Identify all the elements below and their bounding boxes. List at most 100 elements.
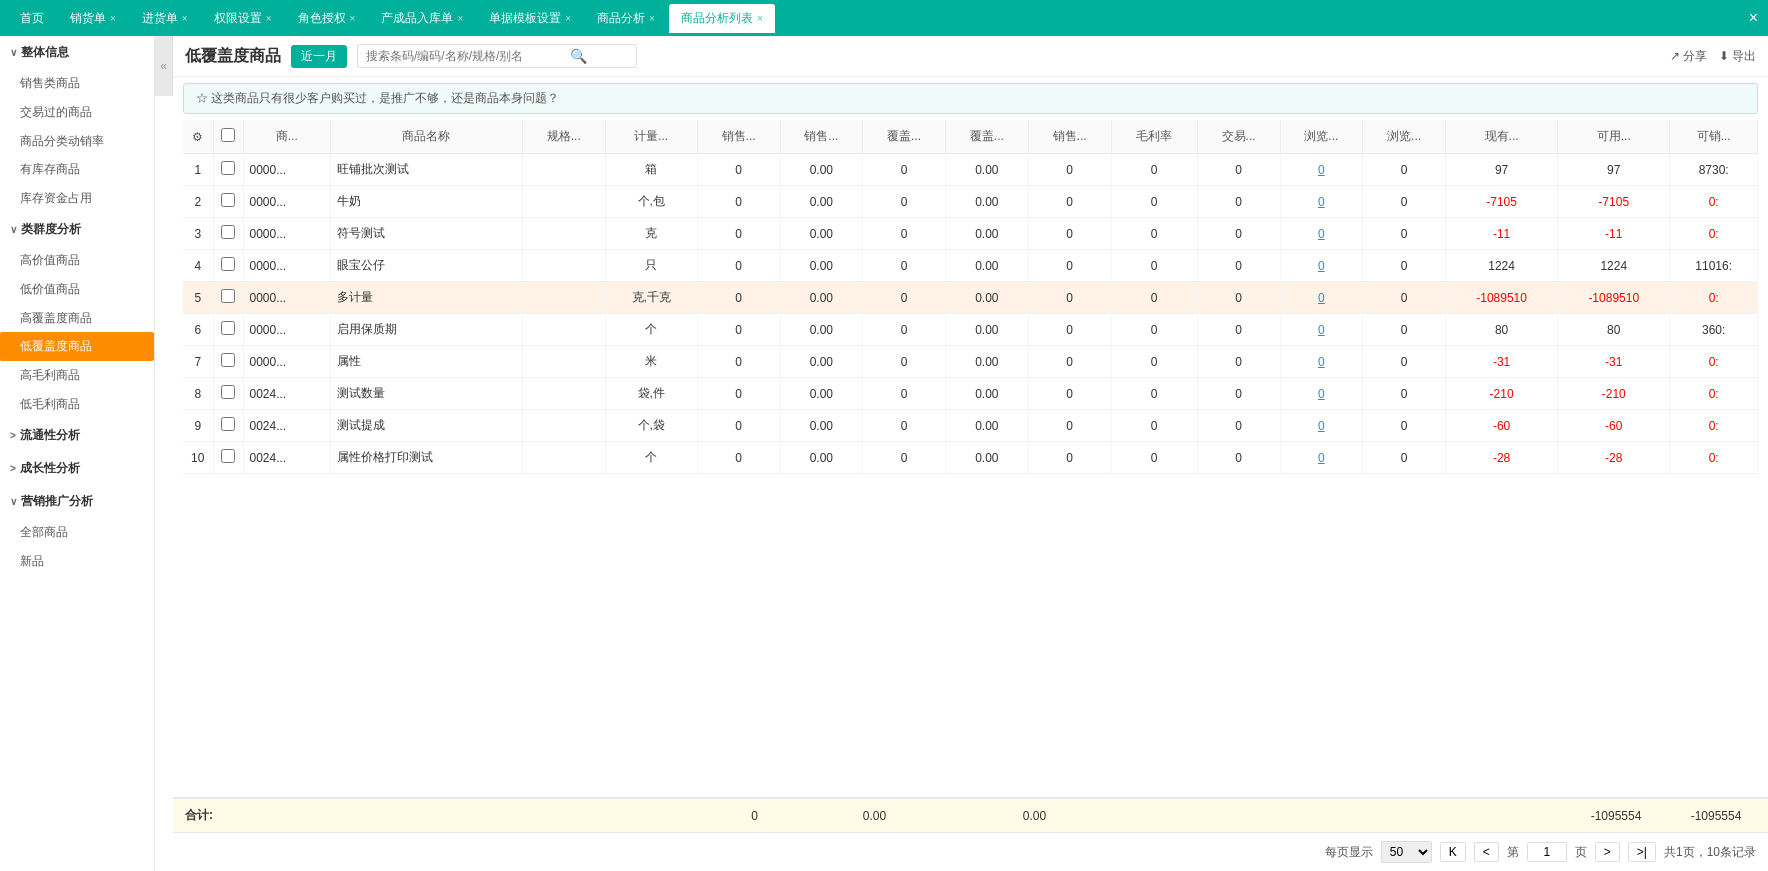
sidebar-item-stocked-goods[interactable]: 有库存商品	[0, 155, 154, 184]
row-available: 1224	[1558, 250, 1670, 282]
nav-permissions[interactable]: 权限设置 ×	[202, 4, 284, 33]
nav-purchase-order[interactable]: 进货单 ×	[130, 4, 200, 33]
nav-product-analysis-list[interactable]: 商品分析列表 ×	[669, 4, 775, 33]
row-browse1[interactable]: 0	[1280, 346, 1363, 378]
prev-page-button[interactable]: <	[1474, 842, 1499, 862]
filter-period-button[interactable]: 近一月	[291, 45, 347, 68]
search-input[interactable]	[366, 49, 566, 63]
sidebar-item-high-coverage[interactable]: 高覆盖度商品	[0, 304, 154, 333]
row-checkbox[interactable]	[213, 410, 243, 442]
row-browse1[interactable]: 0	[1280, 410, 1363, 442]
col-settings[interactable]: ⚙	[183, 120, 213, 154]
col-cover2-header[interactable]: 覆盖...	[946, 120, 1029, 154]
row-select-checkbox[interactable]	[221, 289, 235, 303]
sidebar-section-general[interactable]: ∨ 整体信息	[0, 36, 154, 69]
last-page-button[interactable]: >|	[1628, 842, 1656, 862]
row-checkbox[interactable]	[213, 282, 243, 314]
share-button[interactable]: ↗ 分享	[1670, 48, 1707, 65]
page-size-select[interactable]: 50 20 100	[1381, 841, 1432, 863]
nav-template-settings[interactable]: 单据模板设置 ×	[477, 4, 583, 33]
settings-icon[interactable]: ⚙	[192, 130, 203, 144]
nav-role-auth[interactable]: 角色授权 ×	[286, 4, 368, 33]
close-icon[interactable]: ×	[110, 13, 116, 24]
row-checkbox[interactable]	[213, 346, 243, 378]
first-page-button[interactable]: K	[1440, 842, 1466, 862]
sidebar-item-stock-capital[interactable]: 库存资金占用	[0, 184, 154, 213]
sidebar-item-category-turnover[interactable]: 商品分类动销率	[0, 127, 154, 156]
page-number-input[interactable]	[1527, 842, 1567, 862]
row-select-checkbox[interactable]	[221, 161, 235, 175]
col-trade-header[interactable]: 交易...	[1197, 120, 1280, 154]
nav-product-storage[interactable]: 产成品入库单 ×	[369, 4, 475, 33]
sidebar-item-all-goods[interactable]: 全部商品	[0, 518, 154, 547]
col-browse2-header[interactable]: 浏览...	[1363, 120, 1446, 154]
nav-home[interactable]: 首页	[8, 4, 56, 33]
sidebar-item-new-goods[interactable]: 新品	[0, 547, 154, 576]
nav-sales-order[interactable]: 销货单 ×	[58, 4, 128, 33]
row-checkbox[interactable]	[213, 442, 243, 474]
close-icon[interactable]: ×	[757, 13, 763, 24]
row-browse1[interactable]: 0	[1280, 154, 1363, 186]
col-available-header[interactable]: 可用...	[1558, 120, 1670, 154]
row-select-checkbox[interactable]	[221, 321, 235, 335]
row-checkbox[interactable]	[213, 186, 243, 218]
col-checkbox[interactable]	[213, 120, 243, 154]
col-current-header[interactable]: 现有...	[1446, 120, 1558, 154]
col-name-header[interactable]: 商品名称	[330, 120, 522, 154]
select-all-checkbox[interactable]	[221, 128, 235, 142]
sidebar-collapse-button[interactable]: «	[155, 36, 173, 96]
sidebar-item-traded-goods[interactable]: 交易过的商品	[0, 98, 154, 127]
row-select-checkbox[interactable]	[221, 449, 235, 463]
close-all-button[interactable]: ×	[1749, 9, 1758, 27]
sidebar-item-high-margin[interactable]: 高毛利商品	[0, 361, 154, 390]
sidebar-item-sales-goods[interactable]: 销售类商品	[0, 69, 154, 98]
search-icon[interactable]: 🔍	[570, 48, 587, 64]
row-checkbox[interactable]	[213, 154, 243, 186]
col-sales-qty-header[interactable]: 销售...	[697, 120, 780, 154]
close-icon[interactable]: ×	[350, 13, 356, 24]
row-trade: 0	[1197, 154, 1280, 186]
sidebar-item-low-margin[interactable]: 低毛利商品	[0, 390, 154, 419]
close-icon[interactable]: ×	[266, 13, 272, 24]
sidebar-section-growth[interactable]: > 成长性分析	[0, 452, 154, 485]
col-sales3-header[interactable]: 销售...	[1028, 120, 1111, 154]
export-button[interactable]: ⬇ 导出	[1719, 48, 1756, 65]
row-browse1[interactable]: 0	[1280, 218, 1363, 250]
row-select-checkbox[interactable]	[221, 193, 235, 207]
next-page-button[interactable]: >	[1595, 842, 1620, 862]
col-code-header[interactable]: 商...	[243, 120, 330, 154]
row-checkbox[interactable]	[213, 218, 243, 250]
row-select-checkbox[interactable]	[221, 385, 235, 399]
row-select-checkbox[interactable]	[221, 353, 235, 367]
sidebar-section-circulation[interactable]: > 流通性分析	[0, 419, 154, 452]
row-select-checkbox[interactable]	[221, 257, 235, 271]
col-browse1-header[interactable]: 浏览...	[1280, 120, 1363, 154]
close-icon[interactable]: ×	[182, 13, 188, 24]
col-sales-amt-header[interactable]: 销售...	[780, 120, 863, 154]
row-checkbox[interactable]	[213, 378, 243, 410]
close-icon[interactable]: ×	[565, 13, 571, 24]
sidebar-item-high-value[interactable]: 高价值商品	[0, 246, 154, 275]
col-spec-header[interactable]: 规格...	[522, 120, 605, 154]
sidebar-section-cluster[interactable]: ∨ 类群度分析	[0, 213, 154, 246]
sidebar-item-low-value[interactable]: 低价值商品	[0, 275, 154, 304]
close-icon[interactable]: ×	[457, 13, 463, 24]
col-cover1-header[interactable]: 覆盖...	[863, 120, 946, 154]
close-icon[interactable]: ×	[649, 13, 655, 24]
row-browse1[interactable]: 0	[1280, 314, 1363, 346]
row-checkbox[interactable]	[213, 314, 243, 346]
sidebar-section-marketing[interactable]: ∨ 营销推广分析	[0, 485, 154, 518]
row-select-checkbox[interactable]	[221, 417, 235, 431]
sidebar-item-low-coverage[interactable]: 低覆盖度商品	[0, 332, 154, 361]
col-sellable-header[interactable]: 可销...	[1670, 120, 1758, 154]
row-select-checkbox[interactable]	[221, 225, 235, 239]
row-browse1[interactable]: 0	[1280, 282, 1363, 314]
nav-product-analysis[interactable]: 商品分析 ×	[585, 4, 667, 33]
row-browse1[interactable]: 0	[1280, 378, 1363, 410]
col-margin-header[interactable]: 毛利率	[1111, 120, 1197, 154]
col-unit-header[interactable]: 计量...	[605, 120, 697, 154]
row-browse1[interactable]: 0	[1280, 250, 1363, 282]
row-browse1[interactable]: 0	[1280, 442, 1363, 474]
row-checkbox[interactable]	[213, 250, 243, 282]
row-browse1[interactable]: 0	[1280, 186, 1363, 218]
